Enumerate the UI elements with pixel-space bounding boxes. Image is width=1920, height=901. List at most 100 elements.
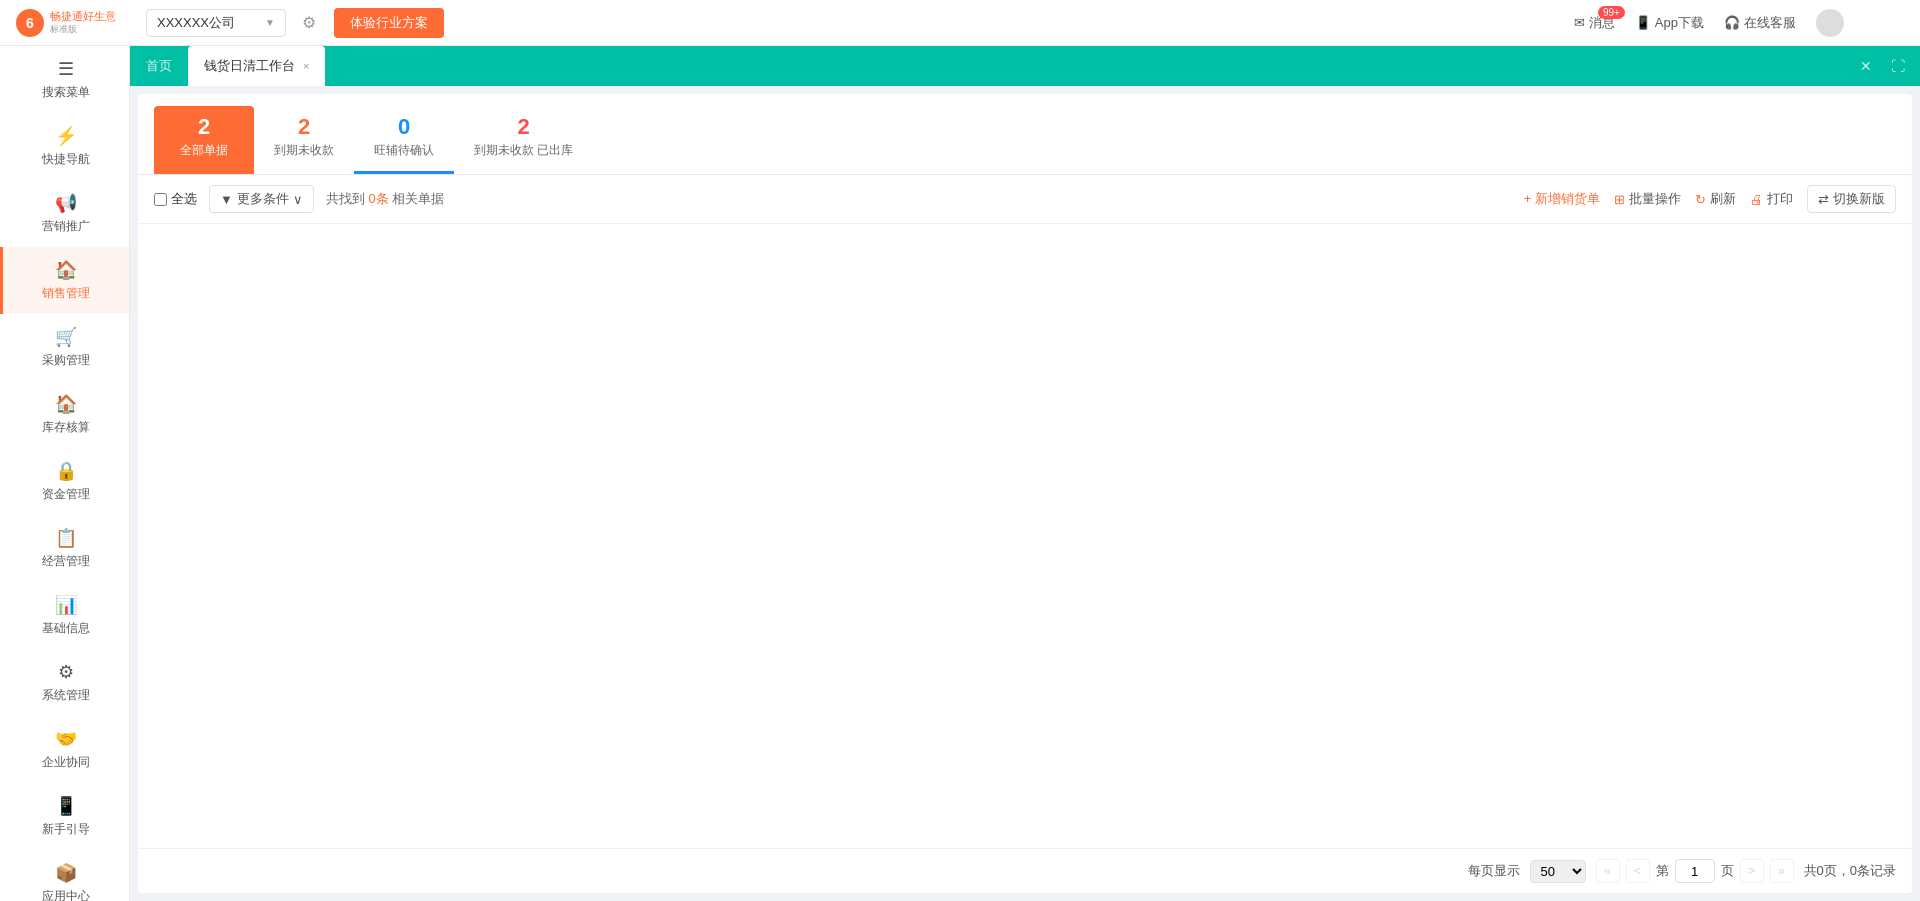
avatar[interactable] xyxy=(1816,9,1844,37)
logo-text: 畅捷通好生意 xyxy=(50,9,116,23)
sidebar: ☰ 搜索菜单 ⚡ 快捷导航 📢 营销推广 🏠 销售管理 🛒 采购管理 🏠 库存核… xyxy=(0,46,130,901)
app-download-label: App下载 xyxy=(1655,14,1704,32)
inventory-icon: 🏠 xyxy=(55,393,77,415)
sidebar-item-label: 企业协同 xyxy=(42,754,90,771)
sidebar-item-app-center[interactable]: 📦 应用中心 xyxy=(0,850,129,901)
sidebar-item-label: 营销推广 xyxy=(42,218,90,235)
result-suffix: 相关单据 xyxy=(392,191,444,206)
stat-label-overdue: 到期未收款 xyxy=(274,142,334,159)
app-download-action[interactable]: 📱 App下载 xyxy=(1635,14,1704,32)
sidebar-item-purchase[interactable]: 🛒 采购管理 xyxy=(0,314,129,381)
app-center-icon: 📦 xyxy=(55,862,77,884)
page-number-input[interactable] xyxy=(1675,859,1715,883)
first-page-button[interactable]: « xyxy=(1596,859,1620,883)
stat-tab-wangpu[interactable]: 0 旺辅待确认 xyxy=(354,106,454,174)
result-prefix: 共找到 xyxy=(326,191,365,206)
prev-page-button[interactable]: < xyxy=(1626,859,1650,883)
tab-close-btn[interactable]: ✕ xyxy=(1854,54,1878,78)
stat-number-shipped: 2 xyxy=(518,114,530,140)
sidebar-item-quick-nav[interactable]: ⚡ 快捷导航 xyxy=(0,113,129,180)
stat-tab-shipped[interactable]: 2 到期未收款 已出库 xyxy=(454,106,593,174)
top-header: 6 畅捷通好生意 标准版 XXXXXX公司 ▼ ⚙ 体验行业方案 ✉ 消息 99… xyxy=(0,0,1920,46)
refresh-label: 刷新 xyxy=(1710,190,1736,208)
batch-icon: ⊞ xyxy=(1614,192,1625,207)
trial-button[interactable]: 体验行业方案 xyxy=(334,8,444,38)
filter-button[interactable]: ▼ 更多条件 ∨ xyxy=(209,185,314,213)
tab-close-icon[interactable]: × xyxy=(303,60,309,72)
header-right: ✉ 消息 99+ 📱 App下载 🎧 在线客服 xyxy=(1574,9,1904,37)
stats-tabs: 2 全部单据 2 到期未收款 0 旺辅待确认 2 到期未收款 已出库 xyxy=(138,94,1912,175)
switch-label: 切换新版 xyxy=(1833,190,1885,208)
company-selector[interactable]: XXXXXX公司 ▼ xyxy=(146,9,286,37)
tab-workbench[interactable]: 钱货日清工作台 × xyxy=(188,46,325,86)
enterprise-icon: 🤝 xyxy=(55,728,77,750)
stat-tab-overdue[interactable]: 2 到期未收款 xyxy=(254,106,354,174)
page-size-label: 每页显示 xyxy=(1468,862,1520,880)
next-page-button[interactable]: > xyxy=(1740,859,1764,883)
print-button[interactable]: 🖨 打印 xyxy=(1750,190,1793,208)
stat-label-wangpu: 旺辅待确认 xyxy=(374,142,434,159)
app-download-icon: 📱 xyxy=(1635,15,1651,30)
tab-home[interactable]: 首页 xyxy=(130,46,188,86)
tab-bar: 首页 钱货日清工作台 × ✕ ⛶ xyxy=(130,46,1920,86)
stat-tab-all[interactable]: 2 全部单据 xyxy=(154,106,254,174)
page-label: 第 xyxy=(1656,862,1669,880)
online-service-action[interactable]: 🎧 在线客服 xyxy=(1724,14,1796,32)
refresh-button[interactable]: ↻ 刷新 xyxy=(1695,190,1736,208)
message-action[interactable]: ✉ 消息 99+ xyxy=(1574,14,1615,32)
checkbox-input[interactable] xyxy=(154,193,167,206)
table-area xyxy=(138,224,1912,848)
select-all-checkbox[interactable]: 全选 xyxy=(154,190,197,208)
page-content: 2 全部单据 2 到期未收款 0 旺辅待确认 2 到期未收款 已出库 xyxy=(138,94,1912,893)
finance-icon: 🔒 xyxy=(55,460,77,482)
online-service-label: 在线客服 xyxy=(1744,14,1796,32)
sidebar-item-label: 经营管理 xyxy=(42,553,90,570)
select-all-label: 全选 xyxy=(171,190,197,208)
system-icon: ⚙ xyxy=(58,661,74,683)
sidebar-item-operations[interactable]: 📋 经营管理 xyxy=(0,515,129,582)
quick-nav-icon: ⚡ xyxy=(55,125,77,147)
result-text: 共找到 0条 相关单据 xyxy=(326,190,444,208)
last-page-button[interactable]: » xyxy=(1770,859,1794,883)
batch-operation-button[interactable]: ⊞ 批量操作 xyxy=(1614,190,1681,208)
operations-icon: 📋 xyxy=(55,527,77,549)
sidebar-item-label: 库存核算 xyxy=(42,419,90,436)
sidebar-item-base-info[interactable]: 📊 基础信息 xyxy=(0,582,129,649)
stat-number-wangpu: 0 xyxy=(398,114,410,140)
switch-version-button[interactable]: ⇄ 切换新版 xyxy=(1807,185,1896,213)
stat-number-all: 2 xyxy=(198,114,210,140)
page-suffix: 页 xyxy=(1721,862,1734,880)
settings-icon[interactable]: ⚙ xyxy=(294,8,324,38)
base-info-icon: 📊 xyxy=(55,594,77,616)
toolbar-right: + 新增销货单 ⊞ 批量操作 ↻ 刷新 🖨 打印 ⇄ xyxy=(1524,185,1896,213)
sidebar-item-label: 快捷导航 xyxy=(42,151,90,168)
sidebar-item-sales[interactable]: 🏠 销售管理 xyxy=(0,247,129,314)
add-sales-label: + 新增销货单 xyxy=(1524,190,1600,208)
refresh-icon: ↻ xyxy=(1695,192,1706,207)
print-label: 打印 xyxy=(1767,190,1793,208)
logo-icon: 6 xyxy=(16,9,44,37)
sidebar-item-guide[interactable]: 📱 新手引导 xyxy=(0,783,129,850)
sidebar-item-label: 应用中心 xyxy=(42,888,90,901)
batch-label: 批量操作 xyxy=(1629,190,1681,208)
message-badge: 99+ xyxy=(1598,6,1625,19)
online-service-icon: 🎧 xyxy=(1724,15,1740,30)
sidebar-item-system[interactable]: ⚙ 系统管理 xyxy=(0,649,129,716)
tab-expand-btn[interactable]: ⛶ xyxy=(1886,54,1910,78)
search-menu-icon: ☰ xyxy=(58,58,74,80)
sidebar-item-label: 采购管理 xyxy=(42,352,90,369)
sidebar-item-finance[interactable]: 🔒 资金管理 xyxy=(0,448,129,515)
sidebar-item-search[interactable]: ☰ 搜索菜单 xyxy=(0,46,129,113)
sidebar-item-inventory[interactable]: 🏠 库存核算 xyxy=(0,381,129,448)
print-icon: 🖨 xyxy=(1750,192,1763,207)
stat-label-all: 全部单据 xyxy=(180,142,228,159)
page-size-select[interactable]: 50 100 200 xyxy=(1530,860,1586,883)
tab-workbench-label: 钱货日清工作台 xyxy=(204,57,295,75)
stat-label-shipped: 到期未收款 已出库 xyxy=(474,142,573,159)
sidebar-item-marketing[interactable]: 📢 营销推广 xyxy=(0,180,129,247)
avatar-name[interactable] xyxy=(1864,9,1904,37)
sidebar-item-enterprise[interactable]: 🤝 企业协同 xyxy=(0,716,129,783)
filter-icon: ▼ xyxy=(220,192,233,207)
add-sales-button[interactable]: + 新增销货单 xyxy=(1524,190,1600,208)
sidebar-item-label: 销售管理 xyxy=(42,285,90,302)
